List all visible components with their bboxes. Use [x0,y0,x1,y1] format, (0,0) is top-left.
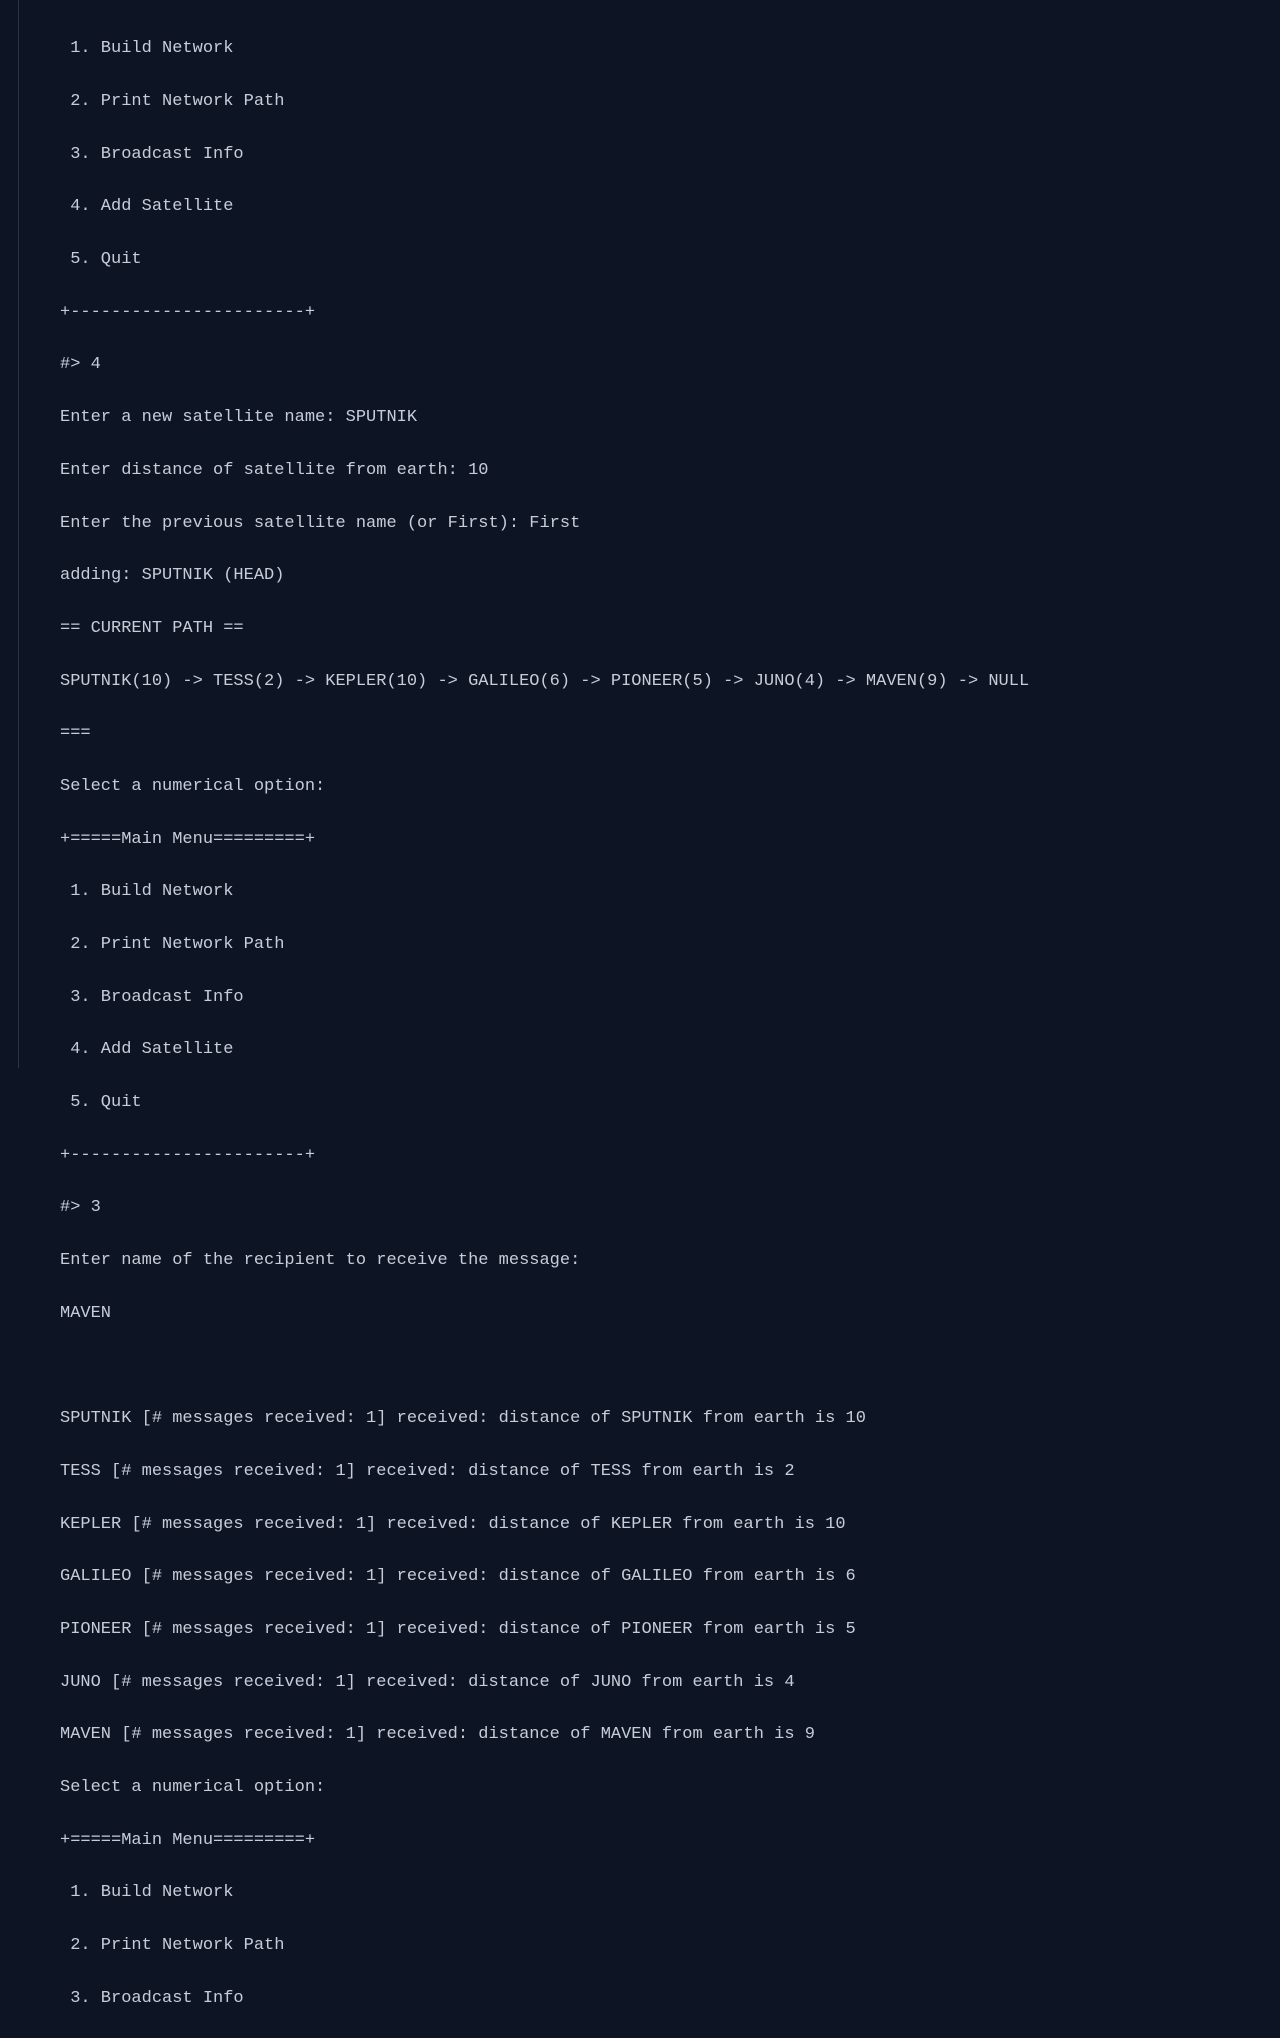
terminal-line: adding: SPUTNIK (HEAD) [60,563,1280,589]
terminal-line: 4. Add Satellite [60,1037,1280,1063]
terminal-output: 1. Build Network 2. Print Network Path 3… [0,0,1280,2038]
terminal-line: Enter distance of satellite from earth: … [60,458,1280,484]
terminal-line: 1. Build Network [60,36,1280,62]
terminal-line: +=====Main Menu=========+ [60,1828,1280,1854]
terminal-line: 1. Build Network [60,1880,1280,1906]
terminal-line: 2. Print Network Path [60,1933,1280,1959]
terminal-line: MAVEN [60,1301,1280,1327]
terminal-line: PIONEER [# messages received: 1] receive… [60,1617,1280,1643]
left-border [18,0,19,1068]
terminal-line: 1. Build Network [60,879,1280,905]
terminal-line: 3. Broadcast Info [60,985,1280,1011]
terminal-line: 3. Broadcast Info [60,1986,1280,2012]
terminal-line: === [60,721,1280,747]
terminal-line: 3. Broadcast Info [60,142,1280,168]
terminal-line: Select a numerical option: [60,1775,1280,1801]
terminal-line: Enter a new satellite name: SPUTNIK [60,405,1280,431]
terminal-line: SPUTNIK(10) -> TESS(2) -> KEPLER(10) -> … [60,669,1280,695]
terminal-line: +-----------------------+ [60,1143,1280,1169]
terminal-line: +=====Main Menu=========+ [60,827,1280,853]
terminal-line: == CURRENT PATH == [60,616,1280,642]
terminal-line: Select a numerical option: [60,774,1280,800]
terminal-line: 4. Add Satellite [60,194,1280,220]
terminal-line: 5. Quit [60,1090,1280,1116]
terminal-line: Enter name of the recipient to receive t… [60,1248,1280,1274]
terminal-line: KEPLER [# messages received: 1] received… [60,1512,1280,1538]
terminal-line: Enter the previous satellite name (or Fi… [60,511,1280,537]
terminal-line: GALILEO [# messages received: 1] receive… [60,1564,1280,1590]
terminal-line: 2. Print Network Path [60,89,1280,115]
terminal-line: +-----------------------+ [60,300,1280,326]
terminal-line: #> 4 [60,352,1280,378]
terminal-line: TESS [# messages received: 1] received: … [60,1459,1280,1485]
terminal-line: 2. Print Network Path [60,932,1280,958]
terminal-line: JUNO [# messages received: 1] received: … [60,1670,1280,1696]
terminal-line: SPUTNIK [# messages received: 1] receive… [60,1406,1280,1432]
terminal-line [60,1354,1280,1380]
terminal-line: 5. Quit [60,247,1280,273]
terminal-line: MAVEN [# messages received: 1] received:… [60,1722,1280,1748]
terminal-line: #> 3 [60,1195,1280,1221]
